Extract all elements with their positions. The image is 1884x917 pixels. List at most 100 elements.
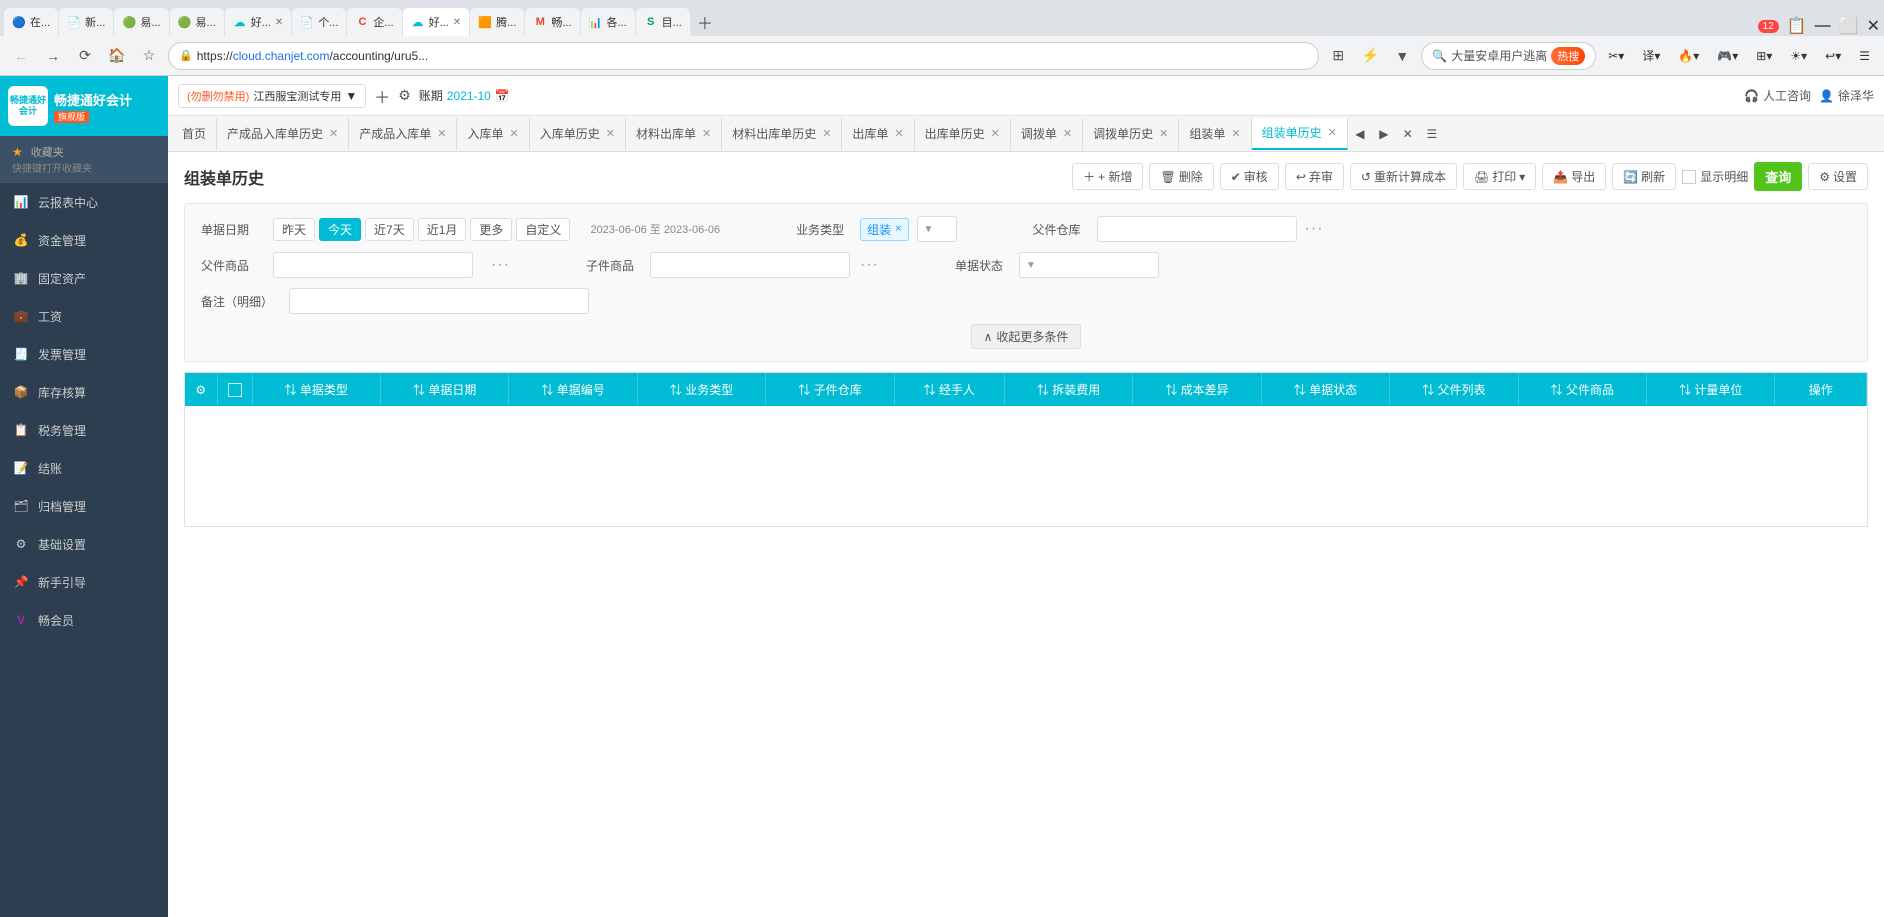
col-settings[interactable]: ⚙ [185, 373, 217, 406]
query-button[interactable]: 查询 [1754, 162, 1802, 191]
col-order-date[interactable]: ⇅ 单据日期 [380, 373, 508, 406]
browser-tab-9[interactable]: 🟧 腾... [470, 8, 524, 36]
col-operation[interactable]: 操作 [1775, 373, 1867, 406]
add-company-btn[interactable]: ＋ [374, 84, 390, 108]
tab-allot-close[interactable]: ✕ [1063, 127, 1072, 140]
company-selector[interactable]: (勿删勿禁用) 江西服宝测试专用 ▼ [178, 84, 366, 108]
sidebar-item-fund[interactable]: 💰 资金管理 [0, 221, 168, 259]
consult-btn[interactable]: 🎧 人工咨询 [1744, 87, 1811, 104]
col-checkbox[interactable] [217, 373, 252, 406]
tab-assembly-hist-close[interactable]: ✕ [1328, 126, 1337, 139]
tab-menu-icon[interactable]: 📋 [1787, 16, 1807, 36]
tab-out-order[interactable]: 出库单 ✕ [842, 118, 914, 150]
col-order-no[interactable]: ⇅ 单据编号 [509, 373, 637, 406]
sidebar-item-settlement[interactable]: 📝 结账 [0, 449, 168, 487]
child-goods-more-icon[interactable]: ··· [860, 256, 879, 274]
add-tab-button[interactable]: ＋ [691, 8, 719, 36]
date-opt-custom[interactable]: 自定义 [516, 218, 570, 241]
parent-warehouse-more-icon[interactable]: ··· [1305, 220, 1324, 238]
sidebar-item-settings[interactable]: ⚙ 基础设置 [0, 525, 168, 563]
maximize-btn[interactable]: ⬜ [1839, 16, 1859, 36]
refresh-button[interactable]: 🔄 刷新 [1612, 163, 1676, 190]
browser-tab-12[interactable]: S 目... [636, 8, 690, 36]
recalc-button[interactable]: ↺ 重新计算成本 [1350, 163, 1457, 190]
menu-tool[interactable]: ☰ [1853, 42, 1876, 70]
tab-in-order-close[interactable]: ✕ [510, 127, 519, 140]
minimize-btn[interactable]: — [1815, 17, 1831, 35]
tab-allot-hist-close[interactable]: ✕ [1159, 127, 1168, 140]
sidebar-item-tax[interactable]: 📋 税务管理 [0, 411, 168, 449]
translate-tool[interactable]: 译▾ [1636, 42, 1666, 70]
browser-tab-7[interactable]: C 企... [347, 8, 401, 36]
tab-out-hist[interactable]: 出库单历史 ✕ [915, 118, 1011, 150]
col-biz-type[interactable]: ⇅ 业务类型 [637, 373, 765, 406]
display-detail-toggle[interactable]: 显示明细 [1682, 168, 1748, 185]
add-button[interactable]: ＋ + 新增 [1072, 163, 1143, 190]
browser-tab-1[interactable]: 🔵 在... [4, 8, 58, 36]
undo-tool[interactable]: ↩▾ [1819, 42, 1847, 70]
sidebar-item-salary[interactable]: 💼 工资 [0, 297, 168, 335]
col-order-status[interactable]: ⇅ 单据状态 [1261, 373, 1389, 406]
date-opt-today[interactable]: 今天 [319, 218, 361, 241]
browser-search-bar[interactable]: 🔍 大量安卓用户逃离 热搜 [1421, 42, 1596, 70]
tab-mat-out-hist[interactable]: 材料出库单历史 ✕ [722, 118, 842, 150]
print-button[interactable]: 🖨 打印 ▾ [1463, 163, 1536, 190]
tabs-left-btn[interactable]: ◀ [1348, 118, 1372, 150]
dropdown-button[interactable]: ▼ [1389, 43, 1415, 69]
browser-tab-6[interactable]: 📄 个... [292, 8, 346, 36]
col-handler[interactable]: ⇅ 经手人 [894, 373, 1004, 406]
date-opt-week[interactable]: 近7天 [365, 218, 414, 241]
browser-tab-4[interactable]: 🟢 易... [170, 8, 224, 36]
settings-gear-btn[interactable]: ⚙ [398, 87, 411, 104]
browser-tab-2[interactable]: 📄 新... [59, 8, 113, 36]
tab-out-hist-close[interactable]: ✕ [991, 127, 1000, 140]
export-button[interactable]: 📤 导出 [1542, 163, 1606, 190]
user-btn[interactable]: 👤 徐泽华 [1819, 87, 1874, 104]
tab-allot[interactable]: 调拨单 ✕ [1011, 118, 1083, 150]
lightning-button[interactable]: ⚡ [1357, 43, 1383, 69]
tabs-menu-btn[interactable]: ☰ [1420, 118, 1444, 150]
date-opt-more[interactable]: 更多 [470, 218, 512, 241]
sidebar-item-fixed-assets[interactable]: 🏢 固定资产 [0, 259, 168, 297]
browser-tab-3[interactable]: 🟢 易... [114, 8, 168, 36]
tabs-right-btn[interactable]: ▶ [1372, 118, 1396, 150]
parent-warehouse-input[interactable] [1097, 216, 1297, 242]
tab-assembly-hist[interactable]: 组装单历史 ✕ [1252, 118, 1348, 150]
col-unit[interactable]: ⇅ 计量单位 [1647, 373, 1775, 406]
tab-mat-out[interactable]: 材料出库单 ✕ [626, 118, 722, 150]
browser-tab-11[interactable]: 📊 各... [581, 8, 635, 36]
settings-button[interactable]: ⚙ 设置 [1808, 163, 1868, 190]
biz-type-remove[interactable]: × [895, 223, 901, 235]
close-btn[interactable]: ✕ [1867, 16, 1880, 36]
tabs-close-btn[interactable]: ✕ [1396, 118, 1420, 150]
tab-in-order[interactable]: 入库单 ✕ [457, 118, 529, 150]
col-order-type[interactable]: ⇅ 单据类型 [252, 373, 380, 406]
col-child-warehouse[interactable]: ⇅ 子件仓库 [766, 373, 894, 406]
emoji-tool[interactable]: 🔥▾ [1672, 42, 1705, 70]
parent-goods-more-icon[interactable]: ··· [491, 256, 510, 274]
star-button[interactable]: ☆ [136, 43, 162, 69]
browser-tab-5-close[interactable]: ✕ [275, 17, 283, 28]
tab-allot-hist[interactable]: 调拨单历史 ✕ [1083, 118, 1179, 150]
browser-tab-8[interactable]: ☁ 好... ✕ [403, 8, 470, 36]
sun-tool[interactable]: ☀▾ [1784, 42, 1813, 70]
date-opt-month[interactable]: 近1月 [418, 218, 467, 241]
game-tool[interactable]: 🎮▾ [1711, 42, 1744, 70]
sidebar-item-cloud-report[interactable]: 📊 云报表中心 [0, 183, 168, 221]
browser-tab-8-close[interactable]: ✕ [453, 17, 461, 28]
col-parent-list[interactable]: ⇅ 父件列表 [1390, 373, 1518, 406]
address-bar[interactable]: 🔒 https://cloud.chanjet.com/accounting/u… [168, 42, 1319, 70]
child-goods-input[interactable] [650, 252, 850, 278]
tab-prod-in-close[interactable]: ✕ [437, 127, 446, 140]
tab-prod-in-hist-close[interactable]: ✕ [329, 127, 338, 140]
notes-input[interactable] [289, 288, 589, 314]
tab-mat-out-close[interactable]: ✕ [702, 127, 711, 140]
sidebar-item-member[interactable]: V 畅会员 [0, 601, 168, 639]
browser-tab-5[interactable]: ☁ 好... ✕ [225, 8, 292, 36]
tab-out-order-close[interactable]: ✕ [894, 127, 903, 140]
col-disassembly-fee[interactable]: ⇅ 拆装费用 [1004, 373, 1132, 406]
col-parent-goods[interactable]: ⇅ 父件商品 [1518, 373, 1646, 406]
back-button[interactable]: ← [8, 43, 34, 69]
sidebar-item-archive[interactable]: 🗂 归档管理 [0, 487, 168, 525]
parent-goods-input[interactable] [273, 252, 473, 278]
